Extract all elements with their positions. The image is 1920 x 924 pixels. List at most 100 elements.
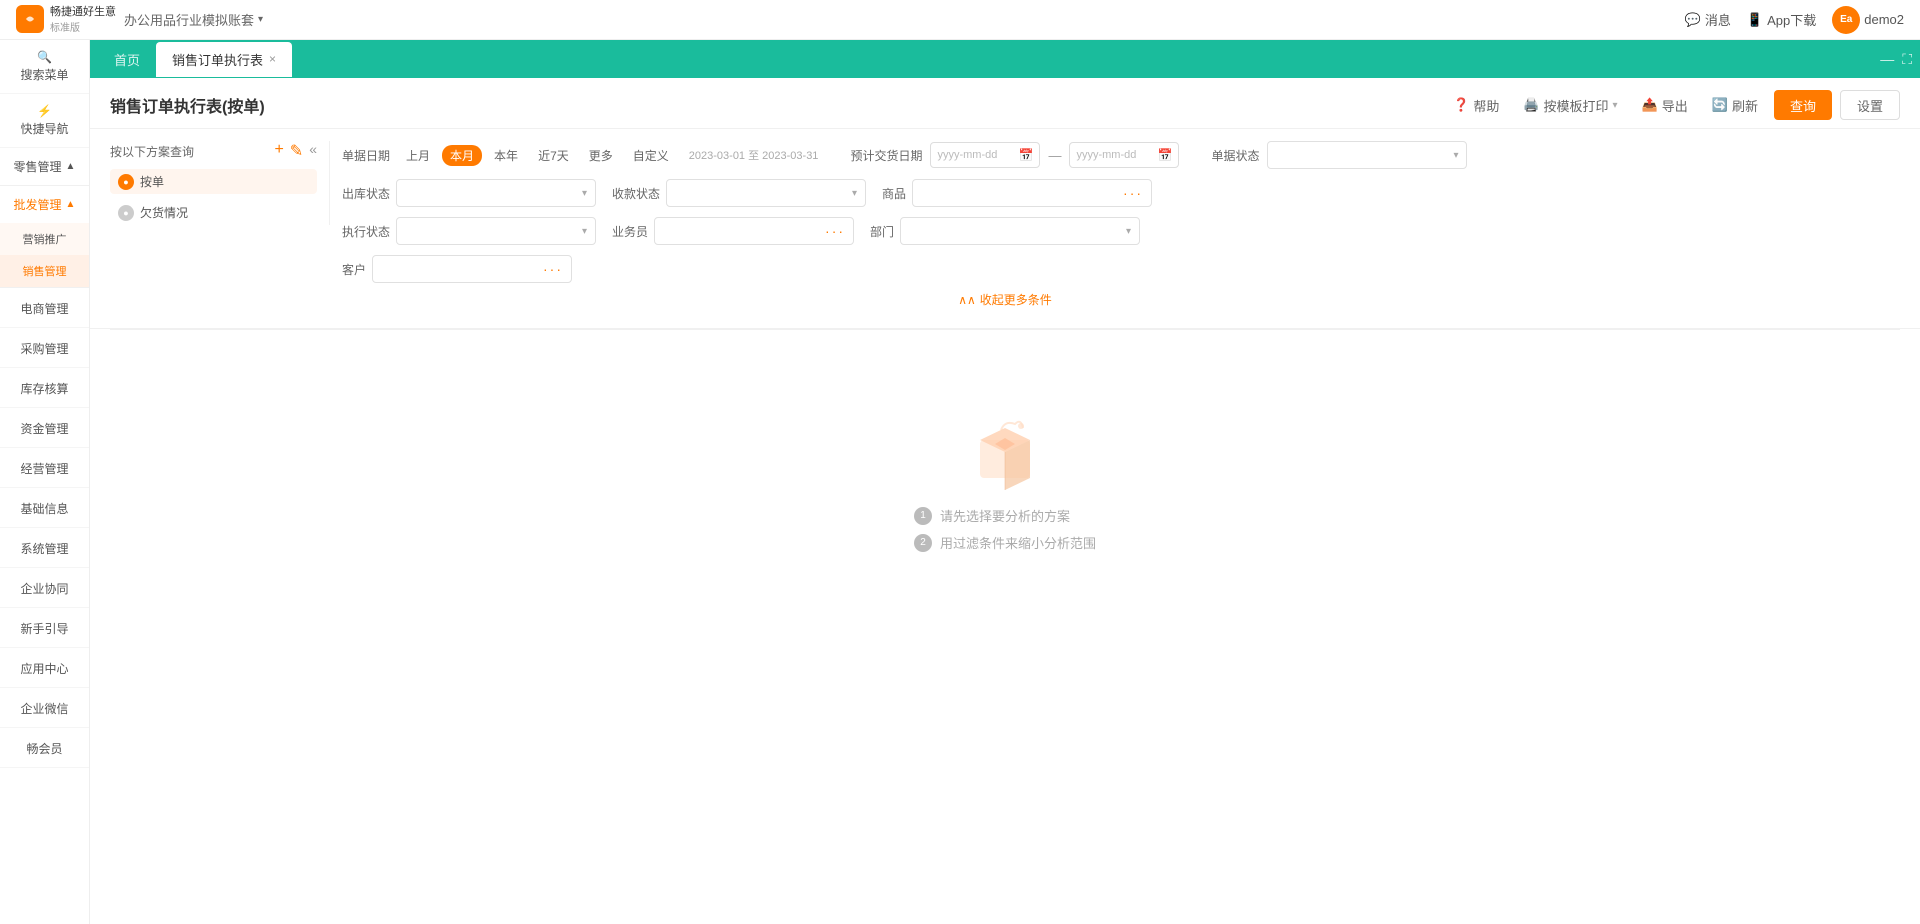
product-label: 商品: [882, 185, 906, 202]
scheme-arrears-label: 欠货情况: [140, 204, 188, 221]
refresh-label: 刷新: [1732, 96, 1758, 115]
sidebar-item-system[interactable]: 系统管理: [0, 528, 89, 568]
shipping-status-label: 出库状态: [342, 185, 390, 202]
sidebar-sub-item-sales[interactable]: 销售管理: [0, 255, 89, 287]
date-btn-more[interactable]: 更多: [581, 145, 621, 166]
department-caret: ▾: [1126, 226, 1131, 237]
tab-close-all-icon[interactable]: —: [1880, 51, 1894, 67]
logo-sub-text: 标准版: [50, 19, 116, 34]
date-btn-last-month[interactable]: 上月: [398, 145, 438, 166]
breadcrumb-text: 办公用品行业模拟账套: [124, 10, 254, 29]
filter-scheme-order[interactable]: ● 按单: [110, 169, 317, 194]
add-scheme-icon[interactable]: +: [274, 141, 283, 161]
customer-select[interactable]: ···: [372, 255, 572, 283]
message-button[interactable]: 💬 消息: [1685, 10, 1731, 29]
user-menu[interactable]: Ea demo2: [1832, 6, 1904, 34]
delivery-date-end-calendar-icon: 📅: [1158, 148, 1173, 162]
sidebar-item-wechat[interactable]: 企业微信: [0, 688, 89, 728]
date-btn-custom[interactable]: 自定义: [625, 145, 677, 166]
delivery-date-end-input[interactable]: yyyy-mm-dd 📅: [1069, 142, 1179, 168]
tab-home[interactable]: 首页: [98, 42, 156, 77]
date-btn-this-month[interactable]: 本月: [442, 145, 482, 166]
settings-button[interactable]: 设置: [1840, 90, 1900, 120]
sidebar-item-quicknav[interactable]: ⚡ 快捷导航: [0, 94, 89, 148]
top-bar-left: 畅捷通好生意 标准版 办公用品行业模拟账套 ▾: [16, 5, 263, 34]
payment-status-label: 收款状态: [612, 185, 660, 202]
sidebar-item-purchase[interactable]: 采购管理: [0, 328, 89, 368]
date-label: 单据日期: [342, 147, 390, 164]
delivery-date-start-input[interactable]: yyyy-mm-dd 📅: [930, 142, 1040, 168]
shipping-status-select[interactable]: ▾: [396, 179, 596, 207]
breadcrumb-dropdown-icon[interactable]: ▾: [258, 14, 263, 25]
sidebar-item-ecommerce[interactable]: 电商管理: [0, 288, 89, 328]
sidebar-item-wholesale[interactable]: 批发管理 ▲: [0, 186, 89, 223]
execution-status-label: 执行状态: [342, 223, 390, 240]
sidebar: 🔍 搜索菜单 ⚡ 快捷导航 零售管理 ▲ 批发管理 ▲ 营销推广 销售管理: [0, 40, 90, 924]
logo-area: 畅捷通好生意 标准版: [16, 5, 116, 34]
collapse-more-filters-button[interactable]: ∧∧ 收起更多条件: [110, 283, 1900, 316]
sidebar-item-basic[interactable]: 基础信息: [0, 488, 89, 528]
app-download-icon: 📱: [1747, 12, 1763, 28]
export-button[interactable]: 📤 导出: [1634, 92, 1696, 119]
filter-schemes-title: 按以下方案查询: [110, 143, 194, 160]
sidebar-item-finance[interactable]: 资金管理: [0, 408, 89, 448]
quicknav-label: 快捷导航: [4, 120, 85, 137]
sidebar-item-vip[interactable]: 畅会员: [0, 728, 89, 768]
date-btn-this-year[interactable]: 本年: [486, 145, 526, 166]
sidebar-item-inventory[interactable]: 库存核算: [0, 368, 89, 408]
salesperson-more-icon: ···: [825, 223, 845, 239]
top-bar-right: 💬 消息 📱 App下载 Ea demo2: [1685, 6, 1904, 34]
page-header: 销售订单执行表(按单) ❓ 帮助 🖨️ 按模板打印 ▾ 📤 导出: [90, 78, 1920, 129]
sidebar-item-appstore[interactable]: 应用中心: [0, 648, 89, 688]
vip-label: 畅会员: [4, 740, 85, 757]
payment-status-select[interactable]: ▾: [666, 179, 866, 207]
payment-caret: ▾: [852, 188, 857, 199]
sidebar-item-newbie[interactable]: 新手引导: [0, 608, 89, 648]
execution-caret: ▾: [582, 226, 587, 237]
print-button[interactable]: 🖨️ 按模板打印 ▾: [1515, 92, 1625, 119]
wechat-label: 企业微信: [4, 700, 85, 717]
order-status-select[interactable]: ▾: [1267, 141, 1467, 169]
filter-row-4: 客户 ···: [342, 255, 1900, 283]
customer-more-icon: ···: [543, 261, 563, 277]
system-label: 系统管理: [4, 540, 85, 557]
filter-scheme-arrears[interactable]: ● 欠货情况: [110, 200, 317, 225]
app-download-button[interactable]: 📱 App下载: [1747, 10, 1816, 29]
query-button[interactable]: 查询: [1774, 90, 1832, 120]
sidebar-item-operations[interactable]: 经营管理: [0, 448, 89, 488]
empty-hints: 1 请先选择要分析的方案 2 用过滤条件来缩小分析范围: [914, 506, 1096, 552]
username-label: demo2: [1864, 12, 1904, 27]
edit-scheme-icon[interactable]: ✎: [290, 141, 303, 161]
execution-status-select[interactable]: ▾: [396, 217, 596, 245]
salesperson-select[interactable]: ···: [654, 217, 854, 245]
top-bar: 畅捷通好生意 标准版 办公用品行业模拟账套 ▾ 💬 消息 📱 App下载 Ea …: [0, 0, 1920, 40]
refresh-icon: 🔄: [1712, 97, 1728, 113]
sidebar-item-enterprise[interactable]: 企业协同: [0, 568, 89, 608]
filter-scheme-list: ● 按单 ● 欠货情况: [110, 169, 317, 225]
help-button[interactable]: ❓ 帮助: [1445, 92, 1507, 119]
hint-2-number: 2: [914, 534, 932, 552]
print-label: 按模板打印: [1544, 96, 1609, 115]
collapse-scheme-icon[interactable]: «: [309, 141, 317, 161]
department-select[interactable]: ▾: [900, 217, 1140, 245]
delivery-date-start-calendar-icon: 📅: [1019, 148, 1034, 162]
department-label: 部门: [870, 223, 894, 240]
tab-fullscreen-icon[interactable]: ⛶: [1902, 51, 1912, 68]
product-group: 商品 ···: [882, 179, 1152, 207]
message-icon: 💬: [1685, 12, 1701, 28]
sidebar-sub-item-marketing[interactable]: 营销推广: [0, 223, 89, 255]
order-status-label: 单据状态: [1211, 147, 1259, 164]
page-title: 销售订单执行表(按单): [110, 93, 265, 117]
empty-state-icon: [965, 410, 1045, 490]
sidebar-item-retail[interactable]: 零售管理 ▲: [0, 148, 89, 185]
tab-sales-order[interactable]: 销售订单执行表 ×: [156, 42, 292, 77]
empty-hint-2: 2 用过滤条件来缩小分析范围: [914, 533, 1096, 552]
sidebar-item-search[interactable]: 🔍 搜索菜单: [0, 40, 89, 94]
refresh-button[interactable]: 🔄 刷新: [1704, 92, 1766, 119]
search-menu-label: 搜索菜单: [4, 66, 85, 83]
date-btn-last-7[interactable]: 近7天: [530, 145, 577, 166]
tab-close-icon[interactable]: ×: [269, 52, 276, 66]
logo-icon: [16, 5, 44, 33]
product-select[interactable]: ···: [912, 179, 1152, 207]
filter-section: 按以下方案查询 + ✎ « ● 按单: [90, 129, 1920, 329]
